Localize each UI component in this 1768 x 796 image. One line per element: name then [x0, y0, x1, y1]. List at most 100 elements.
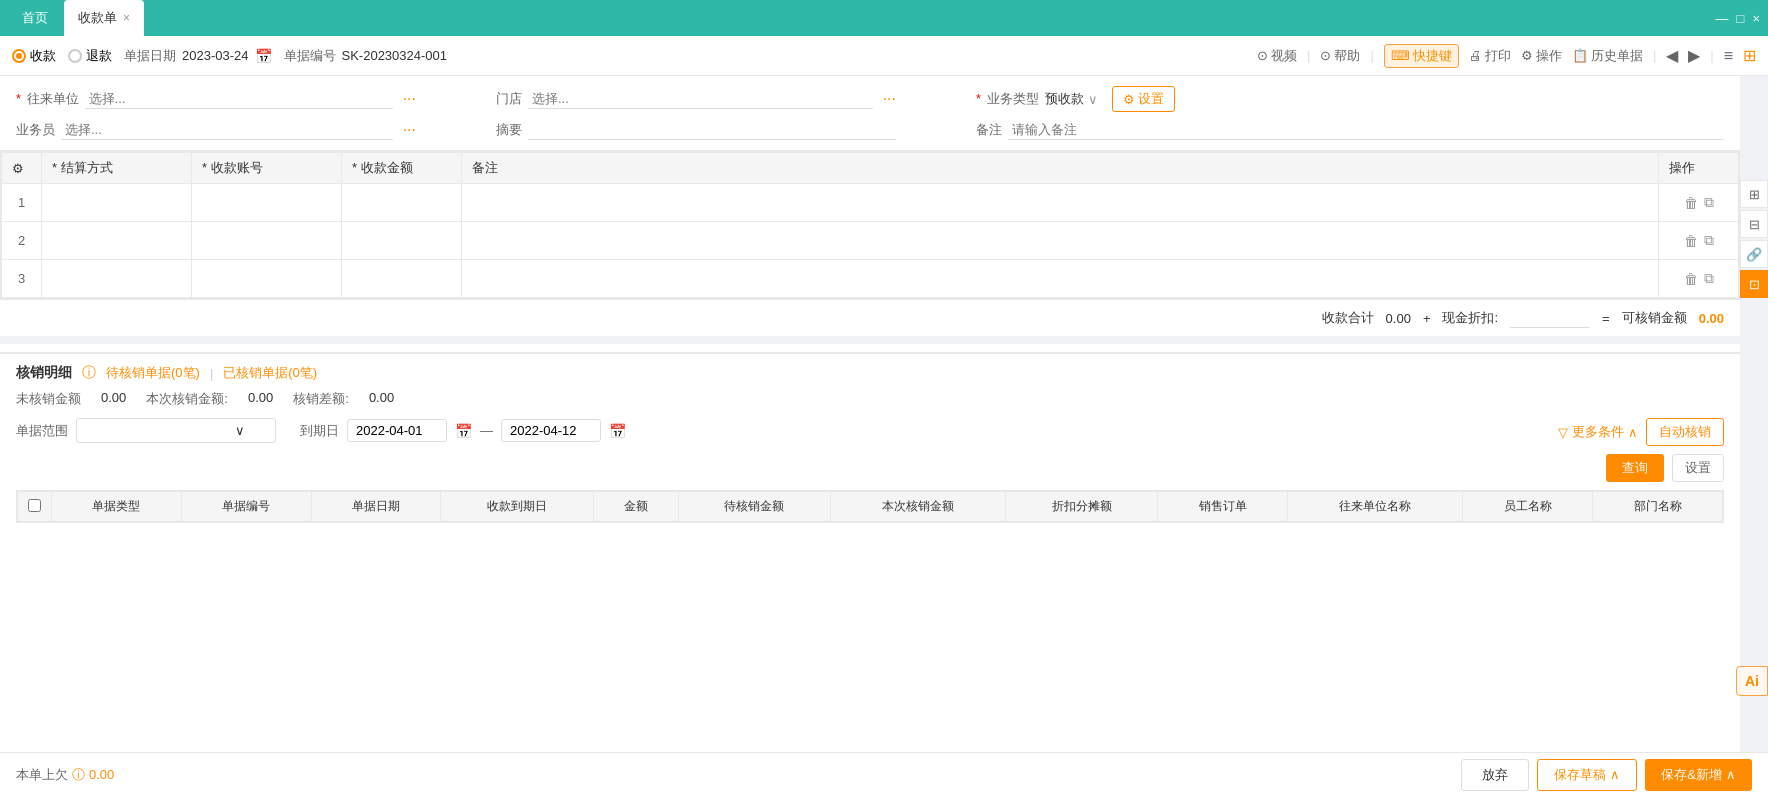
- save-draft-btn[interactable]: 保存草稿 ∧: [1537, 759, 1637, 791]
- row3-ops: 🗑 ⧉: [1659, 260, 1739, 298]
- bottom-info-value: 0.00: [89, 767, 114, 782]
- tab-home[interactable]: 首页: [8, 0, 62, 36]
- form-row-1: * 往来单位 ··· 门店 ··· * 业务类型: [16, 86, 1724, 112]
- sidebar-btn-2[interactable]: ⊟: [1740, 210, 1768, 238]
- ai-button[interactable]: Ai: [1736, 666, 1768, 696]
- print-action[interactable]: 🖨 打印: [1469, 47, 1511, 65]
- history-action[interactable]: 📋 历史单据: [1572, 47, 1643, 65]
- date-from-input[interactable]: [347, 419, 447, 442]
- row2-account[interactable]: [192, 222, 342, 260]
- query-btn[interactable]: 查询: [1606, 454, 1664, 482]
- select-all-checkbox[interactable]: [28, 499, 41, 512]
- bottom-info-icon[interactable]: ⓘ: [72, 766, 85, 784]
- history-label: 历史单据: [1591, 47, 1643, 65]
- row1-delete-btn[interactable]: 🗑: [1684, 195, 1698, 211]
- close-btn[interactable]: ×: [1752, 11, 1760, 26]
- verify-table-header: 单据类型 单据编号 单据日期 收款到期日 金额 待核销金额 本次核销金额 折扣分…: [18, 492, 1723, 522]
- biz-type-arrow[interactable]: ∨: [1088, 92, 1098, 107]
- summary-input[interactable]: [528, 120, 896, 140]
- video-action[interactable]: ⊙ 视频: [1257, 47, 1297, 65]
- th-pending: 待核销金额: [678, 492, 830, 522]
- row3-account[interactable]: [192, 260, 342, 298]
- radio-receipt[interactable]: 收款: [12, 47, 56, 65]
- shortcut-action[interactable]: ⌨ 快捷键: [1384, 44, 1459, 68]
- verify-info-icon[interactable]: ⓘ: [82, 364, 96, 382]
- list-view-btn[interactable]: ≡: [1724, 47, 1733, 65]
- verify-header: 核销明细 ⓘ 待核销单据(0笔) | 已核销单据(0笔): [16, 364, 1724, 382]
- bottom-padding: [0, 533, 1740, 583]
- radio-return-label: 退款: [86, 47, 112, 65]
- operation-action[interactable]: ⚙ 操作: [1521, 47, 1562, 65]
- row3-delete-btn[interactable]: 🗑: [1684, 271, 1698, 287]
- tab-close-icon[interactable]: ×: [123, 11, 130, 25]
- row-num-2: 2: [2, 222, 42, 260]
- row2-ops: 🗑 ⧉: [1659, 222, 1739, 260]
- biz-type-select[interactable]: 预收款 ∨: [1045, 90, 1098, 108]
- remark-input[interactable]: [1008, 120, 1724, 140]
- row3-copy-btn[interactable]: ⧉: [1704, 270, 1714, 287]
- row3-payment[interactable]: [42, 260, 192, 298]
- row3-remark[interactable]: [462, 260, 1659, 298]
- sales-input[interactable]: [61, 120, 393, 140]
- nav-next-btn[interactable]: ▶: [1688, 46, 1700, 65]
- more-conditions-btn[interactable]: ▽ 更多条件 ∧: [1558, 423, 1638, 441]
- diff-value: 0.00: [369, 390, 394, 408]
- table-row: 3 🗑 ⧉: [2, 260, 1739, 298]
- sidebar-btn-4[interactable]: ⊡: [1740, 270, 1768, 298]
- ai-label: Ai: [1745, 673, 1759, 689]
- th-this: 本次核销金额: [831, 492, 1006, 522]
- row2-payment[interactable]: [42, 222, 192, 260]
- row1-copy-btn[interactable]: ⧉: [1704, 194, 1714, 211]
- done-tab[interactable]: 已核销单据(0笔): [223, 364, 317, 382]
- store-more-btn[interactable]: ···: [883, 90, 896, 108]
- sales-more-btn[interactable]: ···: [403, 121, 416, 139]
- tab-receipt[interactable]: 收款单 ×: [64, 0, 144, 36]
- receipt-type-radio: 收款 退款: [12, 47, 112, 65]
- history-icon: 📋: [1572, 48, 1588, 63]
- discount-input[interactable]: [1510, 308, 1590, 328]
- date-to-input[interactable]: [501, 419, 601, 442]
- minimize-btn[interactable]: —: [1716, 11, 1729, 26]
- counterpart-input[interactable]: [85, 89, 393, 109]
- row1-amount[interactable]: [342, 184, 462, 222]
- row1-payment[interactable]: [42, 184, 192, 222]
- auto-verify-btn[interactable]: 自动核销: [1646, 418, 1724, 446]
- row1-account[interactable]: [192, 184, 342, 222]
- row2-copy-btn[interactable]: ⧉: [1704, 232, 1714, 249]
- window-controls: — □ ×: [1716, 11, 1760, 26]
- row2-amount[interactable]: [342, 222, 462, 260]
- scope-arrow-icon: ∨: [235, 423, 245, 438]
- radio-return[interactable]: 退款: [68, 47, 112, 65]
- sidebar-btn-3[interactable]: 🔗: [1740, 240, 1768, 268]
- row2-delete-btn[interactable]: 🗑: [1684, 233, 1698, 249]
- store-input[interactable]: [528, 89, 873, 109]
- row1-remark[interactable]: [462, 184, 1659, 222]
- abandon-btn[interactable]: 放弃: [1461, 759, 1529, 791]
- scope-select[interactable]: ∨: [76, 418, 276, 443]
- sidebar-btn-1[interactable]: ⊞: [1740, 180, 1768, 208]
- verify-settings-btn[interactable]: 设置: [1672, 454, 1724, 482]
- row3-amount[interactable]: [342, 260, 462, 298]
- row2-remark[interactable]: [462, 222, 1659, 260]
- net-value: 0.00: [1699, 311, 1724, 326]
- settings-gear-icon[interactable]: ⚙: [12, 161, 24, 176]
- date-from-calendar-icon[interactable]: 📅: [455, 423, 472, 439]
- video-icon: ⊙: [1257, 48, 1268, 63]
- date-separator: —: [480, 423, 493, 438]
- grid-view-btn[interactable]: ⊞: [1743, 46, 1756, 65]
- nav-prev-btn[interactable]: ◀: [1666, 46, 1678, 65]
- th-settings[interactable]: ⚙: [2, 153, 42, 184]
- maximize-btn[interactable]: □: [1737, 11, 1745, 26]
- counterpart-more-btn[interactable]: ···: [403, 90, 416, 108]
- date-to-calendar-icon[interactable]: 📅: [609, 423, 626, 439]
- date-calendar-icon[interactable]: 📅: [255, 48, 272, 64]
- settings-button[interactable]: ⚙ 设置: [1112, 86, 1175, 112]
- due-label: 到期日: [300, 422, 339, 440]
- help-action[interactable]: ⊙ 帮助: [1320, 47, 1360, 65]
- pending-tab[interactable]: 待核销单据(0笔): [106, 364, 200, 382]
- counterpart-label: * 往来单位: [16, 90, 79, 108]
- total-value: 0.00: [1386, 311, 1411, 326]
- save-new-btn[interactable]: 保存&新增 ∧: [1645, 759, 1752, 791]
- toolbar: 收款 退款 单据日期 2023-03-24 📅 单据编号 SK-20230324…: [0, 36, 1768, 76]
- shortcut-label: 快捷键: [1413, 47, 1452, 65]
